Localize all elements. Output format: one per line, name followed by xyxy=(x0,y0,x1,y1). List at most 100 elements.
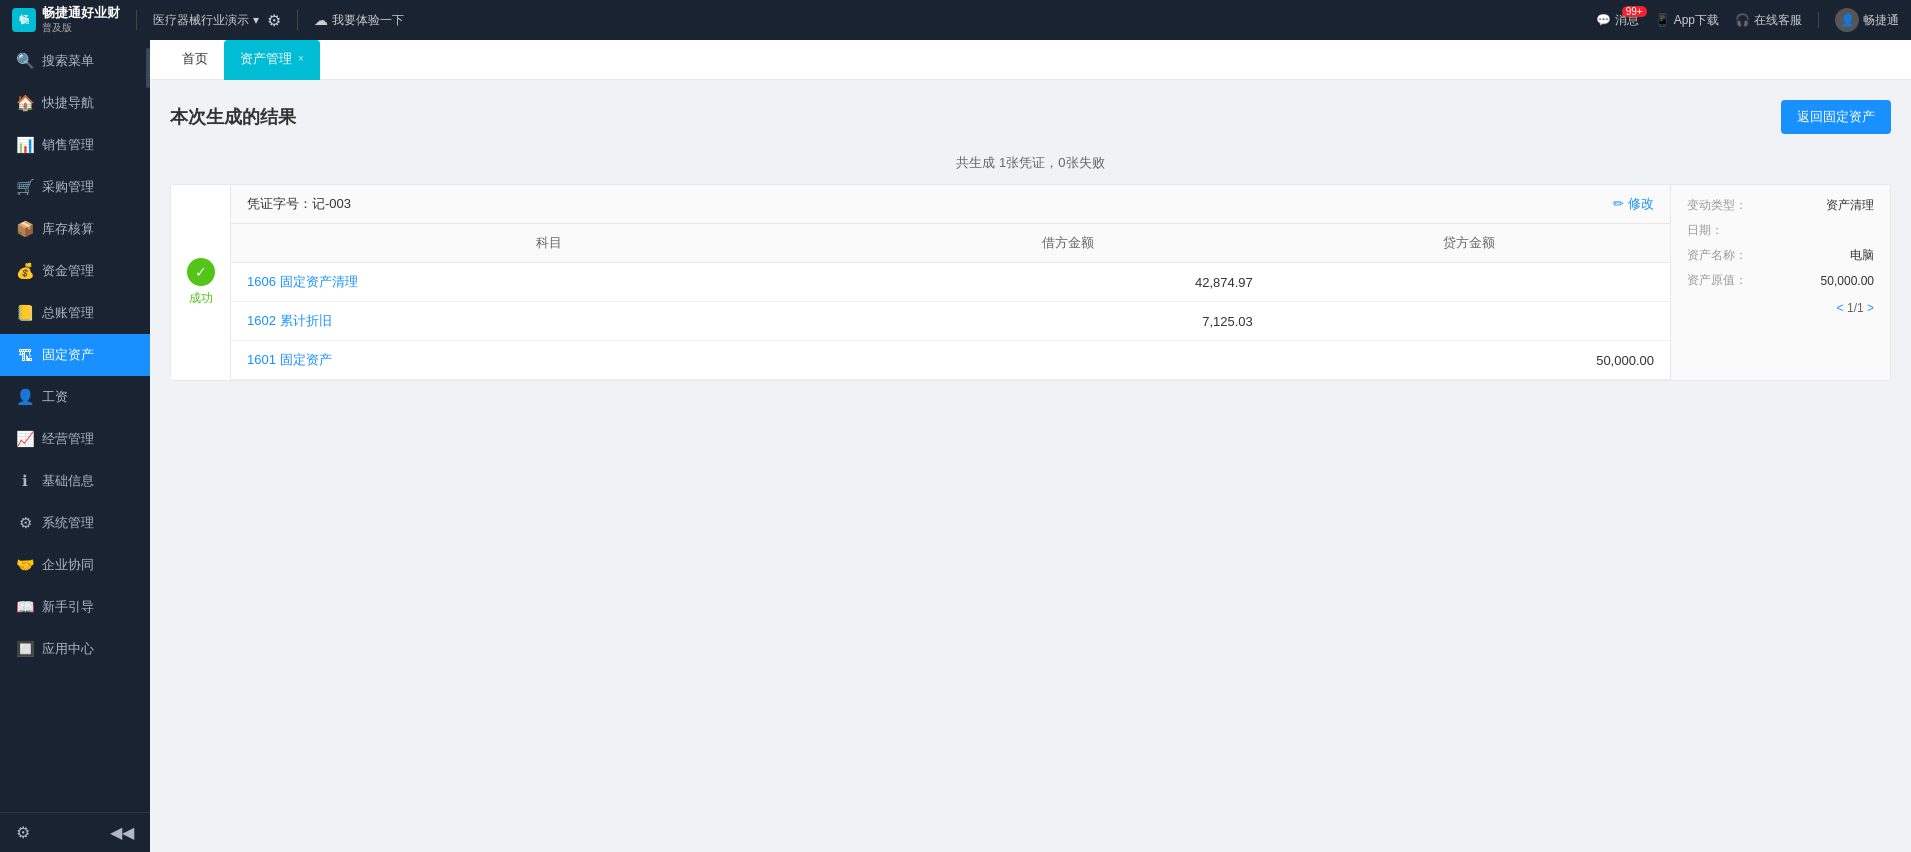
logo-sub: 普及版 xyxy=(42,21,120,35)
sidebar-label-quick-nav: 快捷导航 xyxy=(42,94,94,112)
back-to-fixed-assets-button[interactable]: 返回固定资产 xyxy=(1781,100,1891,134)
sidebar-item-purchase[interactable]: 🛒 采购管理 xyxy=(0,166,150,208)
page-header: 本次生成的结果 返回固定资产 xyxy=(170,100,1891,134)
topbar-left: 畅 畅捷通好业财 普及版 医疗器械行业演示 ▾ ⚙ ☁ 我要体验一下 xyxy=(12,5,404,35)
row3-debit xyxy=(868,341,1269,380)
side-pagination: < 1/1 > xyxy=(1687,301,1874,315)
sidebar-label-search: 搜索菜单 xyxy=(42,52,94,70)
row3-subject[interactable]: 1601 固定资产 xyxy=(231,341,868,380)
change-type-label: 变动类型： xyxy=(1687,197,1747,214)
topbar: 畅 畅捷通好业财 普及版 医疗器械行业演示 ▾ ⚙ ☁ 我要体验一下 💬 消息 … xyxy=(0,0,1911,40)
apps-icon: 🔲 xyxy=(16,640,34,658)
change-type-value: 资产清理 xyxy=(1826,197,1874,214)
tab-home-label: 首页 xyxy=(182,50,208,68)
experience-button[interactable]: ☁ 我要体验一下 xyxy=(314,12,404,29)
tabs-bar: 首页 资产管理 × xyxy=(150,40,1911,80)
scrollbar-track[interactable] xyxy=(146,40,150,852)
sidebar-item-fixed-assets[interactable]: 🏗 固定资产 xyxy=(0,334,150,376)
messages-badge: 99+ xyxy=(1622,6,1647,17)
sidebar-item-guide[interactable]: 📖 新手引导 xyxy=(0,586,150,628)
sidebar-item-inventory[interactable]: 📦 库存核算 xyxy=(0,208,150,250)
original-value-value: 50,000.00 xyxy=(1821,274,1874,288)
voucher-side-panel: 变动类型： 资产清理 日期： 资产名称： 电脑 资产原值： 50,000.00 xyxy=(1670,185,1890,380)
original-value-label: 资产原值： xyxy=(1687,272,1747,289)
row1-subject[interactable]: 1606 固定资产清理 xyxy=(231,263,868,302)
company-name: 医疗器械行业演示 xyxy=(153,12,249,29)
row1-credit xyxy=(1269,263,1670,302)
prev-page-arrow[interactable]: < xyxy=(1837,301,1844,315)
purchase-icon: 🛒 xyxy=(16,178,34,196)
user-name: 畅捷通 xyxy=(1863,12,1899,29)
voucher-block: ✓ 成功 凭证字号：记-003 ✏ 修改 科目 借方金额 xyxy=(170,184,1891,381)
logo-icon: 畅 xyxy=(12,8,36,32)
company-selector[interactable]: 医疗器械行业演示 ▾ xyxy=(153,12,259,29)
logo-text: 畅捷通好业财 xyxy=(42,5,120,21)
sidebar-label-operations: 经营管理 xyxy=(42,430,94,448)
cloud-icon: ☁ xyxy=(314,12,328,28)
voucher-table: 科目 借方金额 贷方金额 1606 固定资产清理 42,874.97 xyxy=(231,224,1670,380)
sidebar-item-search[interactable]: 🔍 搜索菜单 xyxy=(0,40,150,82)
voucher-main: 凭证字号：记-003 ✏ 修改 科目 借方金额 贷方金额 xyxy=(231,185,1670,380)
sales-icon: 📊 xyxy=(16,136,34,154)
col-subject: 科目 xyxy=(231,224,868,263)
next-page-arrow[interactable]: > xyxy=(1867,301,1874,315)
row1-debit: 42,874.97 xyxy=(868,263,1269,302)
row3-credit: 50,000.00 xyxy=(1269,341,1670,380)
sidebar-label-apps: 应用中心 xyxy=(42,640,94,658)
app-download-button[interactable]: 📱 App下载 xyxy=(1655,12,1719,29)
sidebar-label-guide: 新手引导 xyxy=(42,598,94,616)
main-layout: 🔍 搜索菜单 🏠 快捷导航 📊 销售管理 🛒 采购管理 📦 库存核算 💰 资金管… xyxy=(0,40,1911,852)
sidebar-label-ledger: 总账管理 xyxy=(42,304,94,322)
sidebar-item-funds[interactable]: 💰 资金管理 xyxy=(0,250,150,292)
messages-button[interactable]: 💬 消息 99+ xyxy=(1596,12,1639,29)
sidebar-item-quick-nav[interactable]: 🏠 快捷导航 xyxy=(0,82,150,124)
sidebar-item-apps[interactable]: 🔲 应用中心 xyxy=(0,628,150,670)
app-download-label: App下载 xyxy=(1674,12,1719,29)
table-row: 1606 固定资产清理 42,874.97 xyxy=(231,263,1670,302)
edit-button[interactable]: ✏ 修改 xyxy=(1613,195,1654,213)
sidebar-label-sales: 销售管理 xyxy=(42,136,94,154)
funds-icon: 💰 xyxy=(16,262,34,280)
row2-subject[interactable]: 1602 累计折旧 xyxy=(231,302,868,341)
sidebar-bottom: ⚙ ◀◀ xyxy=(0,812,150,852)
sidebar-item-system[interactable]: ⚙ 系统管理 xyxy=(0,502,150,544)
chevron-down-icon: ▾ xyxy=(253,13,259,27)
divider-2 xyxy=(297,10,298,30)
sidebar-item-operations[interactable]: 📈 经营管理 xyxy=(0,418,150,460)
content-area: 首页 资产管理 × 本次生成的结果 返回固定资产 共生成 1张凭证，0张失败 xyxy=(150,40,1911,852)
side-date-row: 日期： xyxy=(1687,222,1874,239)
sidebar-settings-icon[interactable]: ⚙ xyxy=(16,823,30,842)
sidebar-label-enterprise: 企业协同 xyxy=(42,556,94,574)
topbar-right: 💬 消息 99+ 📱 App下载 🎧 在线客服 👤 畅捷通 xyxy=(1596,8,1899,32)
sidebar-item-enterprise[interactable]: 🤝 企业协同 xyxy=(0,544,150,586)
home-icon: 🏠 xyxy=(16,94,34,112)
tab-close-icon[interactable]: × xyxy=(298,53,304,64)
ledger-icon: 📒 xyxy=(16,304,34,322)
settings-icon[interactable]: ⚙ xyxy=(267,11,281,30)
user-profile[interactable]: 👤 畅捷通 xyxy=(1835,8,1899,32)
scrollbar-thumb xyxy=(146,48,150,88)
tab-home[interactable]: 首页 xyxy=(166,40,224,80)
side-change-type-row: 变动类型： 资产清理 xyxy=(1687,197,1874,214)
online-service-button[interactable]: 🎧 在线客服 xyxy=(1735,12,1802,29)
message-icon: 💬 xyxy=(1596,13,1611,27)
divider-1 xyxy=(136,10,137,30)
sidebar-item-sales[interactable]: 📊 销售管理 xyxy=(0,124,150,166)
tab-asset-mgmt[interactable]: 资产管理 × xyxy=(224,40,320,80)
page-title: 本次生成的结果 xyxy=(170,105,296,129)
sidebar-label-funds: 资金管理 xyxy=(42,262,94,280)
col-credit: 贷方金额 xyxy=(1269,224,1670,263)
table-row: 1602 累计折旧 7,125.03 xyxy=(231,302,1670,341)
enterprise-icon: 🤝 xyxy=(16,556,34,574)
sidebar-label-inventory: 库存核算 xyxy=(42,220,94,238)
voucher-header: 凭证字号：记-003 ✏ 修改 xyxy=(231,185,1670,224)
row2-debit: 7,125.03 xyxy=(868,302,1269,341)
sidebar-item-basic-info[interactable]: ℹ 基础信息 xyxy=(0,460,150,502)
sidebar-item-payroll[interactable]: 👤 工资 xyxy=(0,376,150,418)
page-content: 本次生成的结果 返回固定资产 共生成 1张凭证，0张失败 ✓ 成功 凭证字号：记 xyxy=(150,80,1911,852)
table-row: 1601 固定资产 50,000.00 xyxy=(231,341,1670,380)
sidebar-label-payroll: 工资 xyxy=(42,388,68,406)
sidebar-collapse-icon[interactable]: ◀◀ xyxy=(110,823,134,842)
sidebar-item-ledger[interactable]: 📒 总账管理 xyxy=(0,292,150,334)
inventory-icon: 📦 xyxy=(16,220,34,238)
